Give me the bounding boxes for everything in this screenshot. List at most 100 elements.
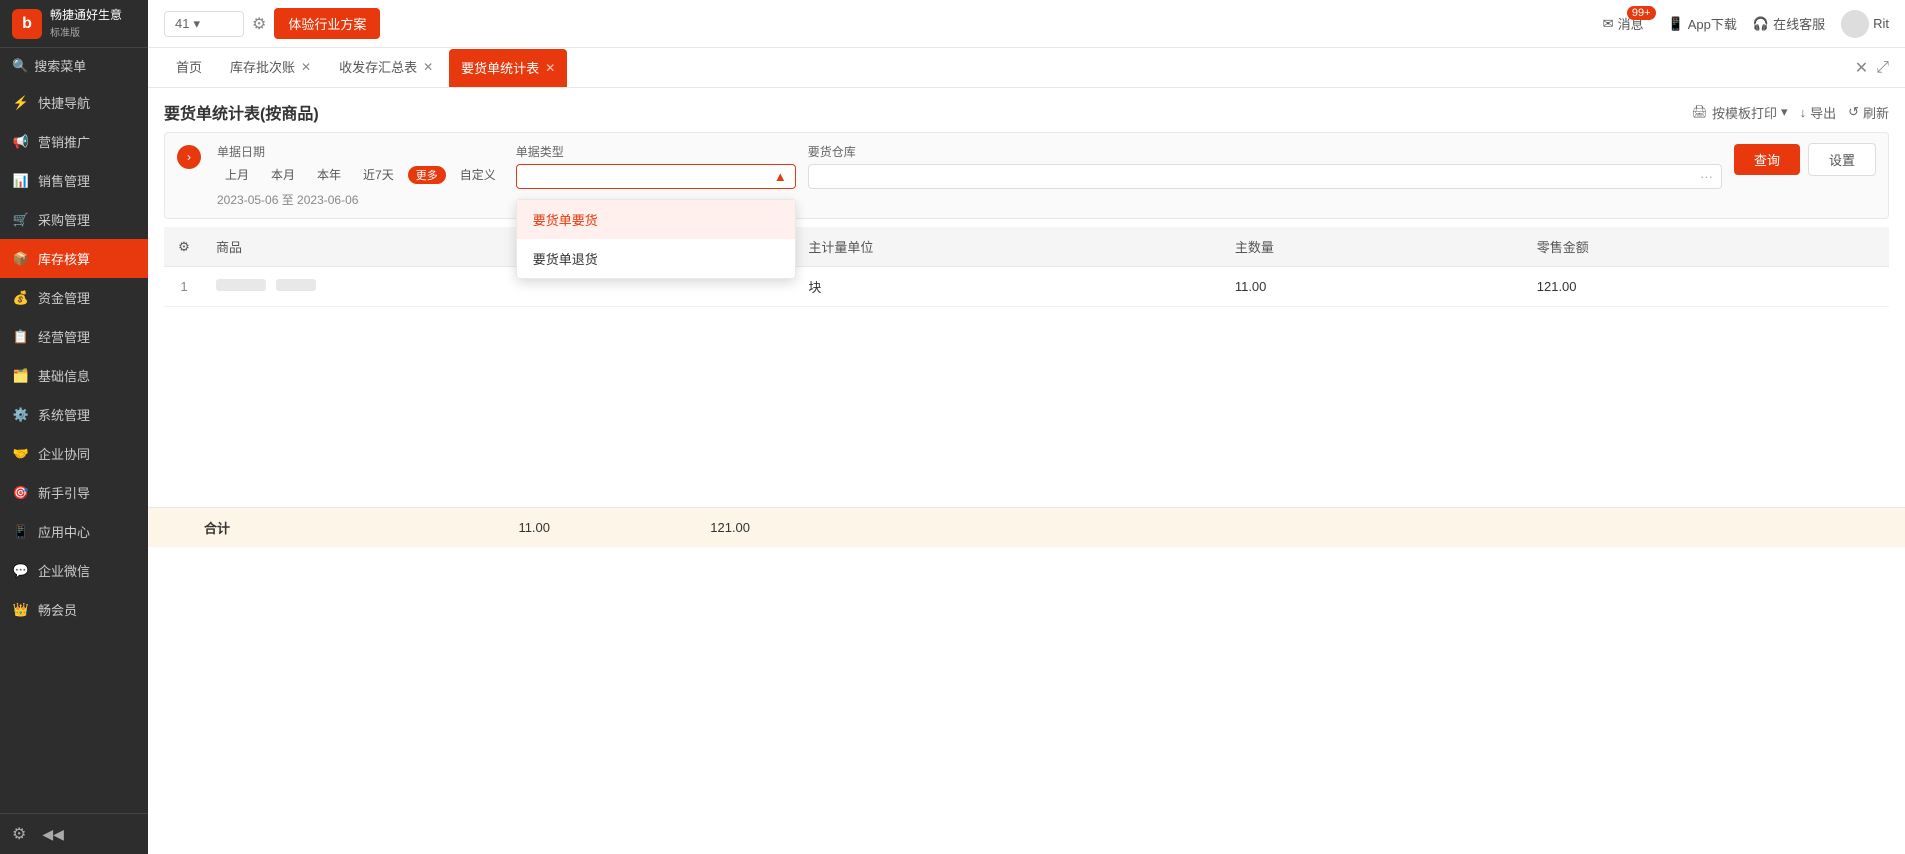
sidebar-item-label: 企业微信 [38,561,90,580]
marketing-icon: 📢 [12,133,30,151]
print-template-btn[interactable]: 🖨 按模板打印 ▾ [1692,103,1788,122]
tab-receipt-summary[interactable]: 收发存汇总表 ✕ [327,49,445,87]
print-icon: 🖨 [1692,104,1709,120]
tab-close-all-btn[interactable]: ✕ [1855,58,1868,78]
online-service-btn[interactable]: 🎧 在线客服 [1753,14,1825,33]
type-dropdown-menu: 要货单要货 要货单退货 [516,199,796,279]
app-logo-icon: b [12,9,42,39]
messages-btn[interactable]: ✉ 消息 99+ [1603,14,1644,33]
tab-receipt-summary-label: 收发存汇总表 [339,57,417,76]
sidebar-item-system[interactable]: ⚙️ 系统管理 [0,395,148,434]
sidebar-search-label: 搜索菜单 [34,56,86,75]
sidebar-item-operations[interactable]: 📋 经营管理 [0,317,148,356]
sidebar-item-sales[interactable]: 📊 销售管理 [0,161,148,200]
filter-expand-btn[interactable]: › [177,145,201,169]
tab-inventory-batch-label: 库存批次账 [230,57,295,76]
message-icon: ✉ [1603,16,1614,32]
page-content: 要货单统计表(按商品) 🖨 按模板打印 ▾ ↓ 导出 ↺ 刷新 [148,88,1905,854]
collapse-button[interactable]: ◀◀ [42,826,64,843]
setting-btn[interactable]: 设置 [1808,143,1876,176]
export-btn[interactable]: ↓ 导出 [1800,103,1837,122]
sidebar-item-label: 基础信息 [38,366,90,385]
refresh-btn[interactable]: ↺ 刷新 [1848,103,1889,122]
type-filter-input[interactable]: ▲ [516,164,796,189]
inventory-icon: 📦 [12,250,30,268]
th-sale-amount: 零售金额 [1525,227,1889,267]
sidebar: b 畅捷通好生意 标准版 🔍 搜索菜单 ⚡ 快捷导航 📢 营销推广 📊 销售管理… [0,0,148,854]
tab-inventory-batch-close[interactable]: ✕ [301,60,311,74]
tab-home[interactable]: 首页 [164,49,214,87]
type-filter-label: 单据类型 [516,143,796,160]
app-sub: 标准版 [50,24,122,39]
footer-sale-amount: 121.00 [630,520,750,535]
sidebar-item-wechat[interactable]: 💬 企业微信 [0,551,148,590]
sidebar-item-label: 企业协同 [38,444,90,463]
date-shortcut-custom[interactable]: 自定义 [452,164,504,185]
export-label: 导出 [1810,103,1836,122]
sidebar-item-guide[interactable]: 🎯 新手引导 [0,473,148,512]
td-quantity[interactable]: 11.00 [1223,267,1525,307]
vip-icon: 👑 [12,601,30,619]
industry-btn[interactable]: 体验行业方案 [274,8,380,39]
date-shortcut-more[interactable]: 更多 [408,166,446,184]
sidebar-item-quick-nav[interactable]: ⚡ 快捷导航 [0,83,148,122]
type-filter-chevron-up: ▲ [774,169,787,184]
sidebar-item-enterprise[interactable]: 🤝 企业协同 [0,434,148,473]
th-settings[interactable]: ⚙ [164,227,204,267]
warehouse-filter-input[interactable]: ··· [808,164,1722,189]
sales-icon: 📊 [12,172,30,190]
refresh-icon: ↺ [1848,104,1859,120]
sidebar-item-finance[interactable]: 💰 资金管理 [0,278,148,317]
sidebar-item-vip[interactable]: 👑 畅会员 [0,590,148,629]
wechat-icon: 💬 [12,562,30,580]
sidebar-item-marketing[interactable]: 📢 营销推广 [0,122,148,161]
print-template-label: 按模板打印 [1712,103,1777,122]
topbar-left: 41 ▾ ⚙ 体验行业方案 [164,8,1591,39]
sidebar-item-purchase[interactable]: 🛒 采购管理 [0,200,148,239]
tab-order-stats[interactable]: 要货单统计表 ✕ [449,49,567,87]
app-download-btn[interactable]: 📱 App下载 [1668,14,1737,33]
quick-nav-icon: ⚡ [12,94,30,112]
sidebar-nav: ⚡ 快捷导航 📢 营销推广 📊 销售管理 🛒 采购管理 📦 库存核算 💰 资金管… [0,83,148,813]
date-shortcut-this-year[interactable]: 本年 [309,164,349,185]
main-area: 41 ▾ ⚙ 体验行业方案 ✉ 消息 99+ 📱 App下载 🎧 在线客服 R [148,0,1905,854]
dropdown-item-yaohuo-dantuihuo[interactable]: 要货单退货 [517,239,795,278]
product-placeholder-1 [216,279,266,291]
page-inner: 要货单统计表(按商品) 🖨 按模板打印 ▾ ↓ 导出 ↺ 刷新 [148,88,1905,854]
sidebar-item-label: 采购管理 [38,210,90,229]
sidebar-item-inventory[interactable]: 📦 库存核算 [0,239,148,278]
tab-home-label: 首页 [176,57,202,76]
user-profile-btn[interactable]: Rit [1841,10,1889,38]
chevron-down-icon: ▾ [193,16,200,32]
sidebar-item-basic-info[interactable]: 🗂️ 基础信息 [0,356,148,395]
td-sale-amount[interactable]: 121.00 [1525,267,1889,307]
date-range-display: 2023-05-06 至 2023-06-06 [217,191,504,208]
branch-selector[interactable]: 41 ▾ [164,11,244,37]
query-btn[interactable]: 查询 [1734,144,1800,175]
settings-icon[interactable]: ⚙ [12,824,26,844]
footer-label: 合计 [204,518,230,537]
date-shortcut-last-month[interactable]: 上月 [217,164,257,185]
purchase-icon: 🛒 [12,211,30,229]
footer-quantity: 11.00 [430,520,550,535]
sidebar-item-app-center[interactable]: 📱 应用中心 [0,512,148,551]
app-name: 畅捷通好生意 [50,8,122,24]
system-icon: ⚙️ [12,406,30,424]
tab-order-stats-close[interactable]: ✕ [545,61,555,75]
date-shortcut-this-month[interactable]: 本月 [263,164,303,185]
operations-icon: 📋 [12,328,30,346]
tab-inventory-batch[interactable]: 库存批次账 ✕ [218,49,323,87]
date-shortcuts-row: 上月 本月 本年 近7天 更多 自定义 [217,164,504,185]
tab-receipt-summary-close[interactable]: ✕ [423,60,433,74]
chevron-down-icon: ▾ [1781,104,1788,120]
th-unit: 主计量单位 [796,227,1223,267]
tab-expand-btn[interactable]: ⤢ [1876,59,1889,77]
date-shortcut-7days[interactable]: 近7天 [355,164,402,185]
topbar-gear-icon[interactable]: ⚙ [252,14,266,34]
tab-order-stats-label: 要货单统计表 [461,58,539,77]
sidebar-search[interactable]: 🔍 搜索菜单 [0,48,148,83]
enterprise-icon: 🤝 [12,445,30,463]
sidebar-item-label: 新手引导 [38,483,90,502]
export-icon: ↓ [1800,105,1807,120]
dropdown-item-yaohuo-danhaohuo[interactable]: 要货单要货 [517,200,795,239]
